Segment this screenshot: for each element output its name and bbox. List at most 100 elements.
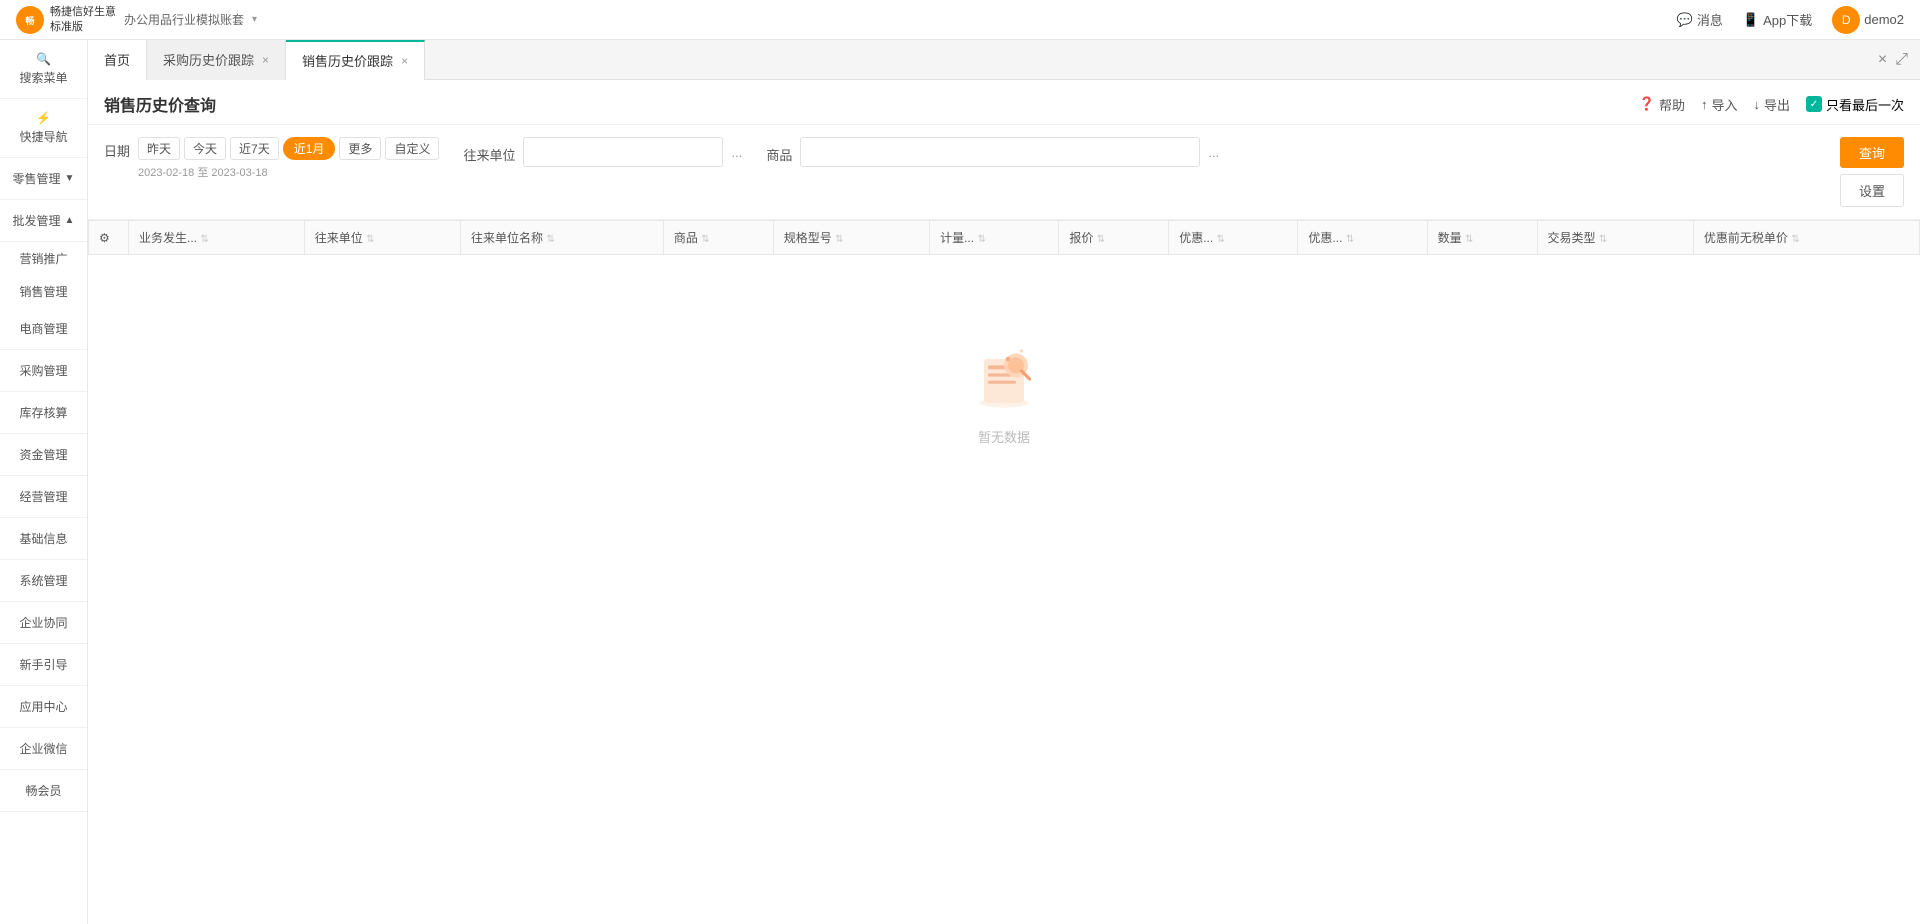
sidebar-item-enterprise-wechat[interactable]: 企业微信 — [0, 728, 87, 770]
col-spec-sort: ⇅ — [835, 234, 843, 245]
partner-filter-label: 往来单位 — [463, 141, 515, 164]
help-action[interactable]: ❓ 帮助 — [1639, 95, 1685, 114]
col-discount1-sort: ⇅ — [1217, 234, 1225, 245]
col-biz-date[interactable]: 业务发生... ⇅ — [129, 221, 305, 255]
only-last-checkbox[interactable]: ✓ — [1806, 96, 1822, 112]
table-settings-icon[interactable]: ⚙ — [99, 231, 110, 245]
col-discount2-label: 优惠... — [1308, 231, 1342, 245]
username-label: demo2 — [1864, 12, 1904, 27]
content-area: 首页 采购历史价跟踪 × 销售历史价跟踪 × × ⤢ 销售历史价查询 — [88, 40, 1920, 924]
message-action[interactable]: 💬 消息 — [1677, 10, 1723, 29]
date-filter-group: 日期 昨天 今天 近7天 近1月 更多 自定义 2023-02-18 至 202… — [104, 137, 439, 180]
col-unit[interactable]: 计量... ⇅ — [930, 221, 1059, 255]
sidebar-item-marketing[interactable]: 营销推广 — [0, 242, 87, 275]
export-action[interactable]: ↓ 导出 — [1753, 95, 1790, 114]
top-header: 畅 畅捷信好生意 标准版 办公用品行业模拟账套 ▾ 💬 消息 📱 App下载 D… — [0, 0, 1920, 40]
header-left: 畅 畅捷信好生意 标准版 办公用品行业模拟账套 ▾ — [16, 5, 257, 34]
sidebar: 🔍 搜索菜单 ⚡ 快捷导航 零售管理 ▼ 批发管理 ▲ 营销推广 销售管理 电商… — [0, 40, 88, 924]
partner-filter-group: 往来单位 ... — [463, 137, 742, 167]
only-last-checkbox-label[interactable]: ✓ 只看最后一次 — [1806, 95, 1904, 114]
wholesale-arrow: ▲ — [65, 215, 75, 226]
col-quantity[interactable]: 数量 ⇅ — [1427, 221, 1537, 255]
sidebar-label-marketing: 营销推广 — [19, 250, 67, 267]
sidebar-item-management[interactable]: 经营管理 — [0, 476, 87, 518]
app-download-action[interactable]: 📱 App下载 — [1743, 10, 1812, 29]
sidebar-item-retail[interactable]: 零售管理 ▼ — [0, 158, 87, 200]
col-spec[interactable]: 规格型号 ⇅ — [773, 221, 929, 255]
page-header: 销售历史价查询 ❓ 帮助 ↑ 导入 ↓ 导出 ✓ — [88, 80, 1920, 125]
tab-sales-history[interactable]: 销售历史价跟踪 × — [286, 40, 425, 80]
col-partner-code-sort: ⇅ — [366, 234, 374, 245]
sidebar-item-ecommerce[interactable]: 电商管理 — [0, 308, 87, 350]
col-pretax-price[interactable]: 优惠前无税单价 ⇅ — [1693, 221, 1919, 255]
date-btn-7days[interactable]: 近7天 — [230, 137, 279, 160]
query-button[interactable]: 查询 — [1840, 137, 1904, 168]
only-last-label: 只看最后一次 — [1826, 95, 1904, 114]
col-discount1-label: 优惠... — [1179, 231, 1213, 245]
goods-input[interactable] — [800, 137, 1200, 167]
date-btn-yesterday[interactable]: 昨天 — [138, 137, 180, 160]
settings-button[interactable]: 设置 — [1840, 174, 1904, 207]
date-buttons: 昨天 今天 近7天 近1月 更多 自定义 — [138, 137, 439, 160]
date-btn-more[interactable]: 更多 — [339, 137, 381, 160]
col-discount1[interactable]: 优惠... ⇅ — [1169, 221, 1298, 255]
sidebar-item-membership[interactable]: 畅会员 — [0, 770, 87, 812]
partner-ellipsis[interactable]: ... — [731, 145, 742, 160]
goods-ellipsis[interactable]: ... — [1208, 145, 1219, 160]
sidebar-label-wholesale: 批发管理 — [13, 212, 61, 229]
sidebar-item-search-menu[interactable]: 🔍 搜索菜单 — [0, 40, 87, 99]
col-trade-type-sort: ⇅ — [1599, 234, 1607, 245]
col-goods[interactable]: 商品 ⇅ — [663, 221, 773, 255]
close-window-icon[interactable]: × — [1878, 51, 1887, 69]
col-partner-code[interactable]: 往来单位 ⇅ — [304, 221, 460, 255]
col-partner-name[interactable]: 往来单位名称 ⇅ — [461, 221, 664, 255]
sidebar-item-basic-info[interactable]: 基础信息 — [0, 518, 87, 560]
logo-icon: 畅 — [16, 6, 44, 34]
col-biz-date-label: 业务发生... — [139, 231, 197, 245]
breadcrumb-dropdown[interactable]: ▾ — [252, 14, 257, 25]
col-trade-type[interactable]: 交易类型 ⇅ — [1537, 221, 1693, 255]
partner-input[interactable] — [523, 137, 723, 167]
sidebar-item-cooperation[interactable]: 企业协同 — [0, 602, 87, 644]
tab-bar: 首页 采购历史价跟踪 × 销售历史价跟踪 × × ⤢ — [88, 40, 1920, 80]
tab-home-label: 首页 — [104, 50, 130, 69]
date-btn-1month[interactable]: 近1月 — [283, 137, 336, 160]
table-area: ⚙ 业务发生... ⇅ 往来单位 ⇅ 往来单位名称 — [88, 220, 1920, 526]
sidebar-item-purchase[interactable]: 采购管理 — [0, 350, 87, 392]
tab-purchase-history-close[interactable]: × — [262, 53, 269, 67]
col-quote[interactable]: 报价 ⇅ — [1059, 221, 1169, 255]
tab-home[interactable]: 首页 — [88, 40, 147, 80]
sidebar-item-system[interactable]: 系统管理 — [0, 560, 87, 602]
sidebar-item-quick-nav[interactable]: ⚡ 快捷导航 — [0, 99, 87, 158]
col-discount2[interactable]: 优惠... ⇅ — [1298, 221, 1427, 255]
sidebar-item-sales[interactable]: 销售管理 — [0, 275, 87, 308]
sidebar-item-app-center[interactable]: 应用中心 — [0, 686, 87, 728]
sidebar-label-cooperation: 企业协同 — [19, 614, 67, 631]
sidebar-item-inventory[interactable]: 库存核算 — [0, 392, 87, 434]
goods-filter-group: 商品 ... — [766, 137, 1219, 167]
col-goods-sort: ⇅ — [701, 234, 709, 245]
message-label: 消息 — [1697, 10, 1723, 29]
user-action[interactable]: D demo2 — [1832, 6, 1904, 34]
sidebar-item-wholesale[interactable]: 批发管理 ▲ — [0, 200, 87, 242]
tab-sales-history-close[interactable]: × — [401, 54, 408, 68]
col-settings[interactable]: ⚙ — [89, 221, 129, 255]
help-label: 帮助 — [1659, 95, 1685, 114]
import-action[interactable]: ↑ 导入 — [1701, 95, 1738, 114]
col-quote-label: 报价 — [1069, 231, 1093, 245]
sidebar-item-finance[interactable]: 资金管理 — [0, 434, 87, 476]
sidebar-label-finance: 资金管理 — [19, 446, 67, 463]
col-partner-name-sort: ⇅ — [546, 234, 554, 245]
maximize-window-icon[interactable]: ⤢ — [1895, 51, 1908, 69]
col-quote-sort: ⇅ — [1097, 234, 1105, 245]
table-header: ⚙ 业务发生... ⇅ 往来单位 ⇅ 往来单位名称 — [89, 221, 1920, 255]
empty-text: 暂无数据 — [978, 427, 1030, 446]
tab-purchase-history[interactable]: 采购历史价跟踪 × — [147, 40, 286, 80]
date-filter-label: 日期 — [104, 137, 130, 160]
sidebar-item-guide[interactable]: 新手引导 — [0, 644, 87, 686]
filter-area: 日期 昨天 今天 近7天 近1月 更多 自定义 2023-02-18 至 202… — [88, 125, 1920, 220]
date-btn-today[interactable]: 今天 — [184, 137, 226, 160]
tab-purchase-history-label: 采购历史价跟踪 — [163, 50, 254, 69]
date-btn-custom[interactable]: 自定义 — [385, 137, 439, 160]
avatar: D — [1832, 6, 1860, 34]
